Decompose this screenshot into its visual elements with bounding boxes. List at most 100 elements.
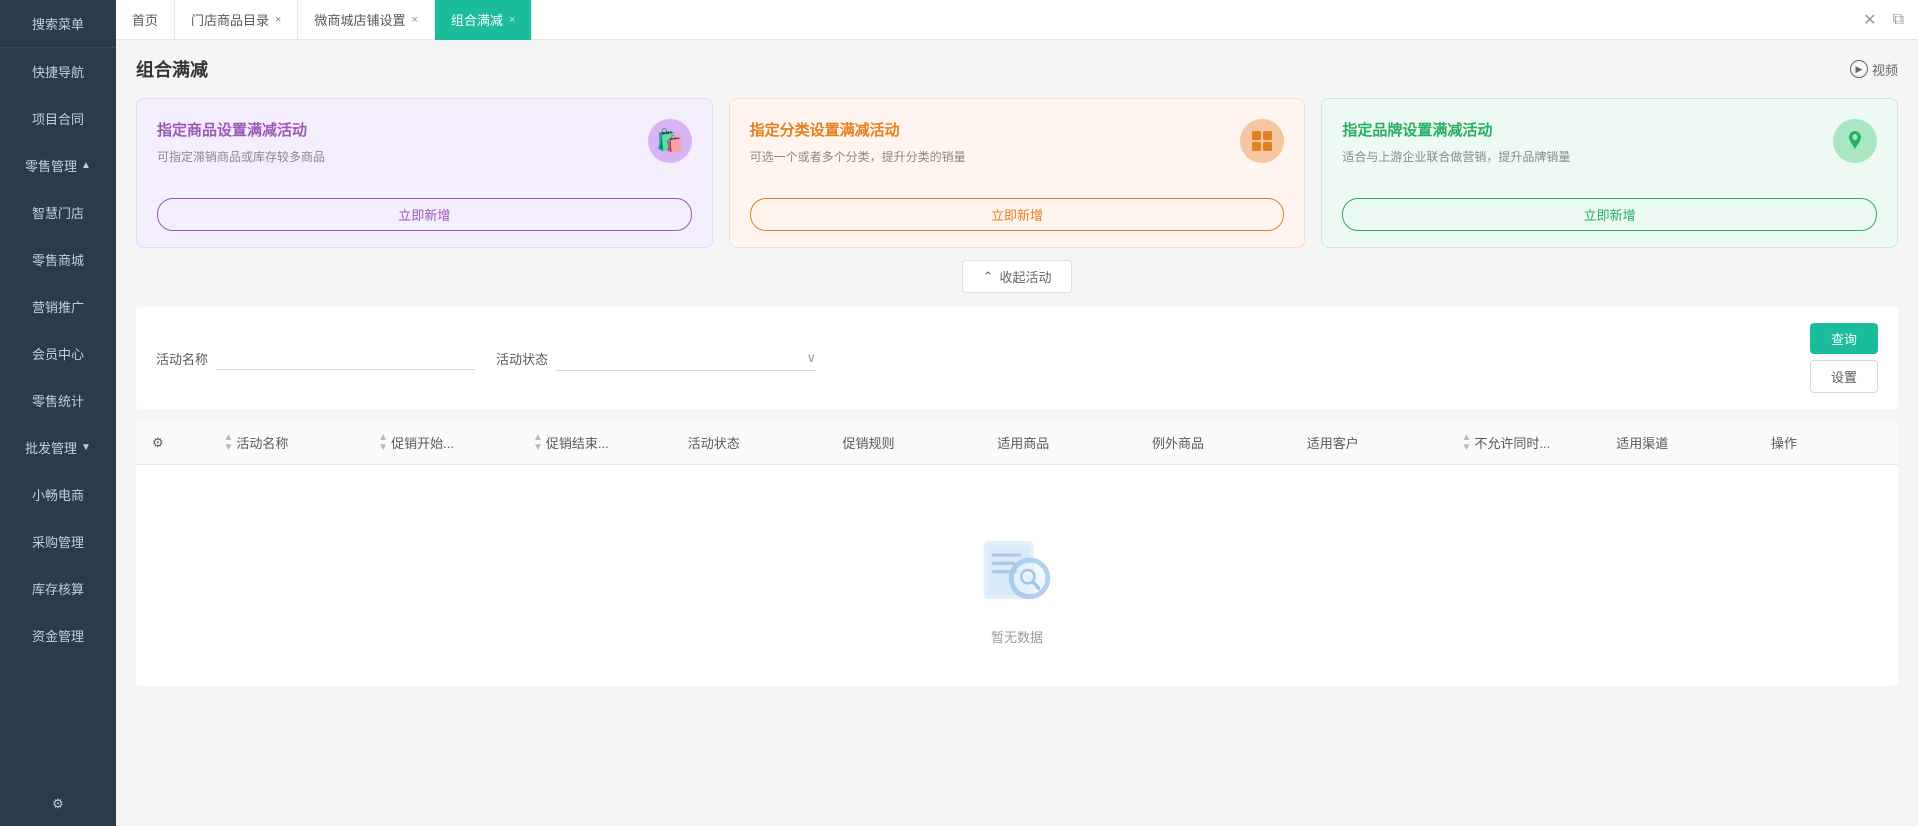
- settings-btn[interactable]: 设置: [1810, 360, 1878, 393]
- video-link[interactable]: ▶ 视频: [1850, 60, 1898, 79]
- sort-icon[interactable]: ▲▼: [1462, 433, 1472, 453]
- tab-home[interactable]: 首页: [116, 0, 175, 40]
- sidebar-item-label: 零售管理: [25, 156, 77, 175]
- sort-icon[interactable]: ▲▼: [224, 433, 234, 453]
- sort-icon[interactable]: ▲▼: [378, 433, 388, 453]
- sidebar-item-smart-store[interactable]: 智慧门店: [0, 189, 116, 236]
- th-operations: 操作: [1763, 433, 1890, 452]
- close-icon[interactable]: ×: [411, 14, 417, 26]
- content-area: 组合满减 ▶ 视频 🛍️ 指定商品设置满减活动 可指定滞销商品或库存较多商品 立…: [116, 40, 1918, 826]
- chevron-up-icon: ▲: [81, 160, 91, 171]
- sidebar-settings-btn[interactable]: ⚙: [0, 782, 116, 826]
- sidebar-item-purchase-mgmt[interactable]: 采购管理: [0, 518, 116, 565]
- card-brand-title: 指定品牌设置满减活动: [1342, 119, 1877, 140]
- close-window-btn[interactable]: ✕: [1859, 6, 1880, 34]
- search-actions: 查询 设置: [1810, 323, 1878, 393]
- activity-status-field: 活动状态 ∨: [496, 346, 816, 371]
- th-activity-name-label: 活动名称: [236, 433, 288, 452]
- sidebar-item-wholesale-mgmt[interactable]: 批发管理 ▼: [0, 424, 116, 471]
- collapse-label: 收起活动: [999, 267, 1051, 286]
- th-activity-status: 活动状态: [680, 433, 835, 452]
- tab-combo-discount[interactable]: 组合满减 ×: [435, 0, 532, 40]
- video-icon: ▶: [1850, 60, 1868, 78]
- empty-illustration: [967, 525, 1067, 615]
- tab-mini-store-label: 微商城店铺设置: [314, 10, 405, 29]
- card-category-btn[interactable]: 立即新增: [750, 198, 1285, 231]
- th-applicable-channel-label: 适用渠道: [1616, 433, 1668, 452]
- collapse-activities-btn[interactable]: ⌃ 收起活动: [962, 260, 1073, 293]
- cards-row: 🛍️ 指定商品设置满减活动 可指定滞销商品或库存较多商品 立即新增 指定分类设置…: [136, 98, 1898, 248]
- sidebar-search[interactable]: 搜索菜单: [0, 0, 116, 48]
- collapse-bar: ⌃ 收起活动: [136, 260, 1898, 293]
- th-promo-rules: 促销规则: [835, 433, 990, 452]
- tab-bar: 首页 门店商品目录 × 微商城店铺设置 × 组合满减 × ✕ ⧉: [116, 0, 1918, 40]
- chevron-up-icon: ⌃: [983, 269, 994, 285]
- sidebar-item-project-contract[interactable]: 项目合同: [0, 95, 116, 142]
- table-container: ⚙ ▲▼ 活动名称 ▲▼ 促销开始... ▲▼ 促销结束... 活动状态: [136, 421, 1898, 686]
- th-gear[interactable]: ⚙: [144, 435, 216, 451]
- card-brand-btn[interactable]: 立即新增: [1342, 198, 1877, 231]
- tab-actions: ✕ ⧉: [1859, 6, 1918, 34]
- sort-icon[interactable]: ▲▼: [533, 433, 543, 453]
- th-applicable-customer-label: 适用客户: [1307, 433, 1359, 452]
- activity-name-input[interactable]: [216, 346, 476, 370]
- restore-window-btn[interactable]: ⧉: [1889, 7, 1908, 33]
- sidebar-item-quick-nav[interactable]: 快捷导航: [0, 48, 116, 95]
- sidebar-item-finance-mgmt[interactable]: 资金管理: [0, 612, 116, 659]
- search-bar: 活动名称 活动状态 ∨ 查询 设置: [136, 307, 1898, 409]
- activity-name-label: 活动名称: [156, 349, 208, 368]
- th-promo-start-label: 促销开始...: [391, 433, 454, 452]
- sidebar-item-inventory-calc[interactable]: 库存核算: [0, 565, 116, 612]
- table-header: ⚙ ▲▼ 活动名称 ▲▼ 促销开始... ▲▼ 促销结束... 活动状态: [136, 421, 1898, 465]
- card-product-title: 指定商品设置满减活动: [157, 119, 692, 140]
- close-icon[interactable]: ×: [275, 14, 281, 26]
- card-brand-icon: [1833, 119, 1877, 163]
- tab-store-catalog-label: 门店商品目录: [191, 10, 269, 29]
- card-product: 🛍️ 指定商品设置满减活动 可指定滞销商品或库存较多商品 立即新增: [136, 98, 713, 248]
- th-applicable-customer: 适用客户: [1299, 433, 1454, 452]
- th-promo-start: ▲▼ 促销开始...: [370, 433, 525, 453]
- gear-icon: ⚙: [152, 435, 164, 451]
- sidebar-item-marketing[interactable]: 营销推广: [0, 283, 116, 330]
- card-product-icon: 🛍️: [648, 119, 692, 163]
- sidebar-item-member-center[interactable]: 会员中心: [0, 330, 116, 377]
- empty-state: 暂无数据: [136, 465, 1898, 686]
- tab-combo-discount-label: 组合满减: [451, 10, 503, 29]
- th-activity-name: ▲▼ 活动名称: [216, 433, 371, 453]
- activity-name-field: 活动名称: [156, 346, 476, 370]
- card-brand-desc: 适合与上游企业联合做营销，提升品牌销量: [1342, 148, 1877, 184]
- sidebar-item-xiaochange[interactable]: 小畅电商: [0, 471, 116, 518]
- tab-home-label: 首页: [132, 10, 158, 29]
- card-product-desc: 可指定滞销商品或库存较多商品: [157, 148, 692, 184]
- th-applicable-goods: 适用商品: [989, 433, 1144, 452]
- page-header: 组合满减 ▶ 视频: [136, 56, 1898, 82]
- close-icon[interactable]: ×: [509, 14, 515, 26]
- chevron-down-icon: ▼: [81, 442, 91, 453]
- th-operations-label: 操作: [1771, 433, 1797, 452]
- th-not-allow-same: ▲▼ 不允许同时...: [1454, 433, 1609, 453]
- tab-mini-store-settings[interactable]: 微商城店铺设置 ×: [298, 0, 434, 40]
- sidebar-item-retail-mall[interactable]: 零售商城: [0, 236, 116, 283]
- th-exception-goods: 例外商品: [1144, 433, 1299, 452]
- query-btn[interactable]: 查询: [1810, 323, 1878, 354]
- tab-store-catalog[interactable]: 门店商品目录 ×: [175, 0, 298, 40]
- chevron-down-icon: ∨: [807, 350, 817, 366]
- card-brand: 指定品牌设置满减活动 适合与上游企业联合做营销，提升品牌销量 立即新增: [1321, 98, 1898, 248]
- sidebar-item-retail-mgmt[interactable]: 零售管理 ▲: [0, 142, 116, 189]
- card-category-title: 指定分类设置满减活动: [750, 119, 1285, 140]
- video-label: 视频: [1872, 60, 1898, 79]
- sidebar-item-retail-stats[interactable]: 零售统计: [0, 377, 116, 424]
- card-category-desc: 可选一个或者多个分类，提升分类的销量: [750, 148, 1285, 184]
- card-category: 指定分类设置满减活动 可选一个或者多个分类，提升分类的销量 立即新增: [729, 98, 1306, 248]
- card-product-btn[interactable]: 立即新增: [157, 198, 692, 231]
- gear-icon: ⚙: [52, 796, 64, 811]
- main-area: 首页 门店商品目录 × 微商城店铺设置 × 组合满减 × ✕ ⧉ 组合满减 ▶ …: [116, 0, 1918, 826]
- sidebar: 搜索菜单 快捷导航 项目合同 零售管理 ▲ 智慧门店 零售商城 营销推广 会员中…: [0, 0, 116, 826]
- activity-status-select[interactable]: ∨: [556, 346, 816, 371]
- th-activity-status-label: 活动状态: [688, 433, 740, 452]
- th-promo-end-label: 促销结束...: [546, 433, 609, 452]
- th-exception-goods-label: 例外商品: [1152, 433, 1204, 452]
- activity-status-label: 活动状态: [496, 349, 548, 368]
- empty-text: 暂无数据: [991, 627, 1043, 646]
- th-promo-rules-label: 促销规则: [843, 433, 895, 452]
